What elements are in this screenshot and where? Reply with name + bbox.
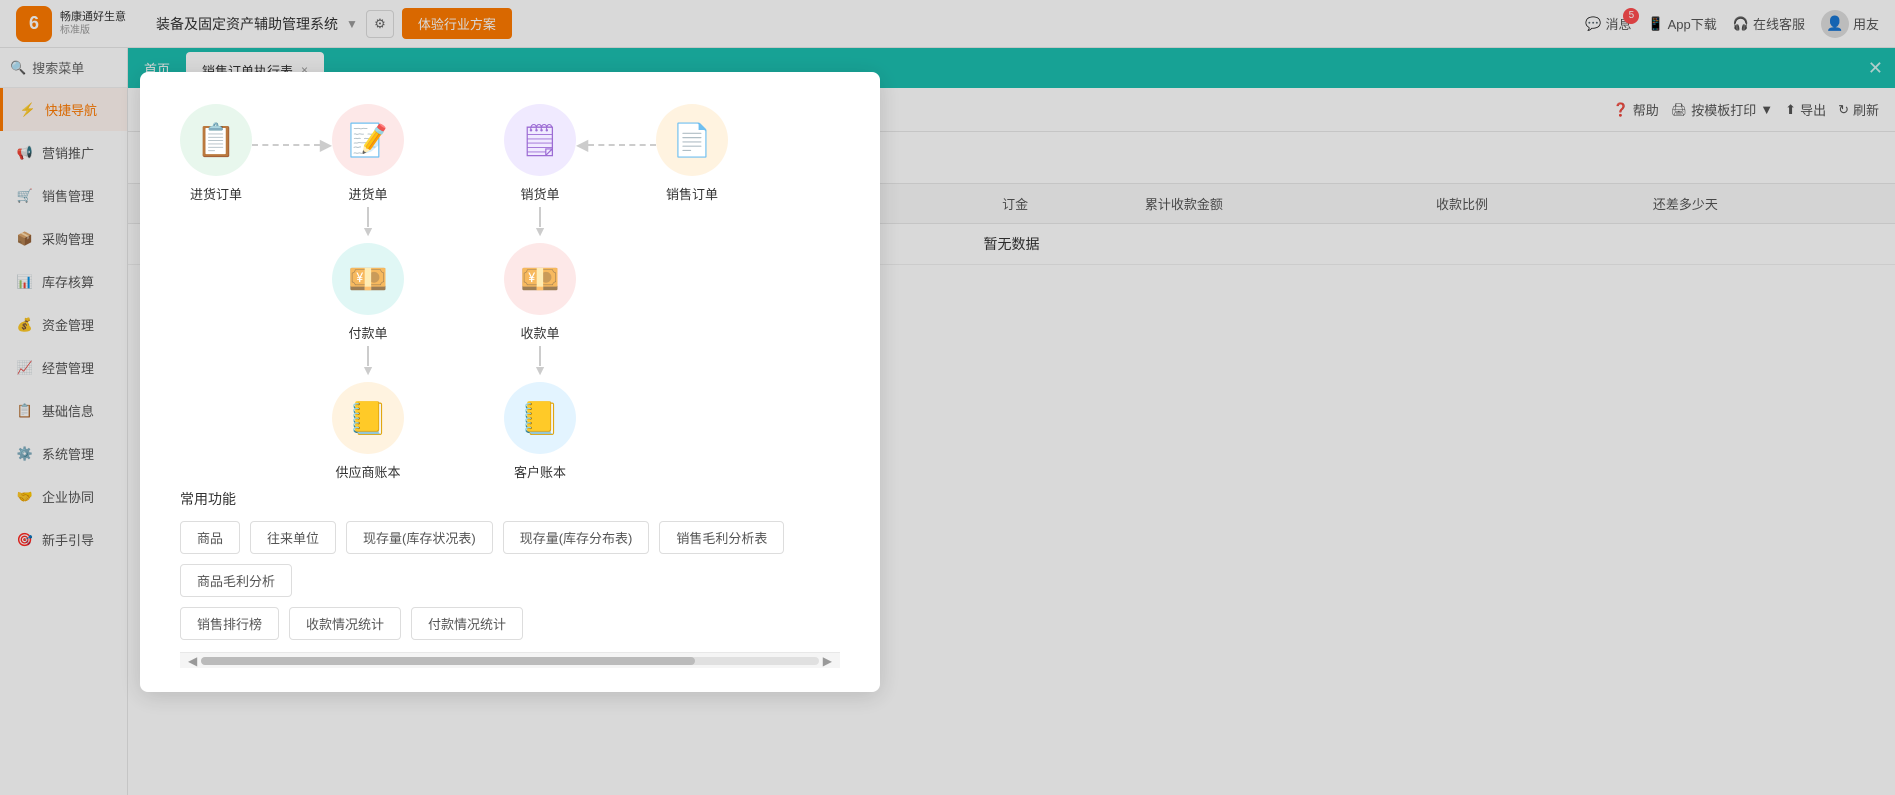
flow-top-row: 📋 进货订单 ▶ 📝 进货单 🗒 销货单 <box>180 104 840 203</box>
purchase-order-icon: 📋 <box>180 104 252 176</box>
func-btn-product[interactable]: 商品 <box>180 521 240 554</box>
down-arrow-purchase-bill: ▼ <box>332 207 404 239</box>
down-arrow-receipt: ▼ <box>504 346 576 378</box>
scrollbar-track[interactable] <box>201 657 819 665</box>
func-btn-receipt-stats[interactable]: 收款情况统计 <box>289 607 401 640</box>
scroll-right-arrow[interactable]: ▶ <box>819 654 836 668</box>
function-buttons: 商品 往来单位 现存量(库存状况表) 现存量(库存分布表) 销售毛利分析表 商品… <box>180 521 840 597</box>
modal-box: 📋 进货订单 ▶ 📝 进货单 🗒 销货单 <box>140 72 880 692</box>
flow-middle-row: 💴 付款单 💴 收款单 <box>180 243 840 342</box>
func-btn-payment-stats[interactable]: 付款情况统计 <box>411 607 523 640</box>
purchase-bill-label: 进货单 <box>348 184 387 203</box>
scroll-left-arrow[interactable]: ◀ <box>184 654 201 668</box>
flow-down-arrows-2: ▼ ▼ <box>180 346 840 378</box>
flow-item-purchase-order[interactable]: 📋 进货订单 <box>180 104 252 203</box>
sales-order-label: 销售订单 <box>666 184 718 203</box>
flow-down-arrows: ▼ ▼ <box>180 207 840 239</box>
flow-bottom-row: 📒 供应商账本 📒 客户账本 <box>180 382 840 481</box>
purchase-bill-icon: 📝 <box>332 104 404 176</box>
sales-order-icon: 📄 <box>656 104 728 176</box>
sales-bill-icon: 🗒 <box>504 104 576 176</box>
supplier-ledger-label: 供应商账本 <box>335 462 400 481</box>
flow-item-payment[interactable]: 💴 付款单 <box>332 243 404 342</box>
common-functions-title: 常用功能 <box>180 489 840 509</box>
flow-item-purchase-bill[interactable]: 📝 进货单 <box>332 104 404 203</box>
flow-diagram: 📋 进货订单 ▶ 📝 进货单 🗒 销货单 <box>180 104 840 481</box>
scrollbar-thumb <box>201 657 695 665</box>
func-btn-product-gross[interactable]: 商品毛利分析 <box>180 564 292 597</box>
func-btn-partner[interactable]: 往来单位 <box>250 521 336 554</box>
payment-label: 付款单 <box>348 323 387 342</box>
purchase-order-label: 进货订单 <box>190 184 242 203</box>
down-arrow-payment: ▼ <box>332 346 404 378</box>
func-btn-sales-gross[interactable]: 销售毛利分析表 <box>659 521 784 554</box>
customer-ledger-label: 客户账本 <box>514 462 566 481</box>
payment-icon: 💴 <box>332 243 404 315</box>
customer-ledger-icon: 📒 <box>504 382 576 454</box>
down-arrow-sales-bill: ▼ <box>504 207 576 239</box>
function-buttons-row2: 销售排行榜 收款情况统计 付款情况统计 <box>180 607 840 640</box>
arrow-h-2: ◀ <box>576 135 656 155</box>
scrollbar-area: ◀ ▶ <box>180 652 840 668</box>
flow-item-sales-order[interactable]: 📄 销售订单 <box>656 104 728 203</box>
func-btn-sales-ranking[interactable]: 销售排行榜 <box>180 607 279 640</box>
func-btn-inventory-dist[interactable]: 现存量(库存分布表) <box>503 521 650 554</box>
flow-item-supplier-ledger[interactable]: 📒 供应商账本 <box>332 382 404 481</box>
common-functions: 常用功能 商品 往来单位 现存量(库存状况表) 现存量(库存分布表) 销售毛利分… <box>180 489 840 640</box>
modal-overlay[interactable]: 📋 进货订单 ▶ 📝 进货单 🗒 销货单 <box>0 0 1895 795</box>
flow-item-receipt[interactable]: 💴 收款单 <box>504 243 576 342</box>
receipt-icon: 💴 <box>504 243 576 315</box>
func-btn-inventory-status[interactable]: 现存量(库存状况表) <box>346 521 493 554</box>
flow-item-customer-ledger[interactable]: 📒 客户账本 <box>504 382 576 481</box>
arrow-h-1: ▶ <box>252 135 332 155</box>
receipt-label: 收款单 <box>520 323 559 342</box>
flow-item-sales-bill[interactable]: 🗒 销货单 <box>504 104 576 203</box>
supplier-ledger-icon: 📒 <box>332 382 404 454</box>
sales-bill-label: 销货单 <box>520 184 559 203</box>
